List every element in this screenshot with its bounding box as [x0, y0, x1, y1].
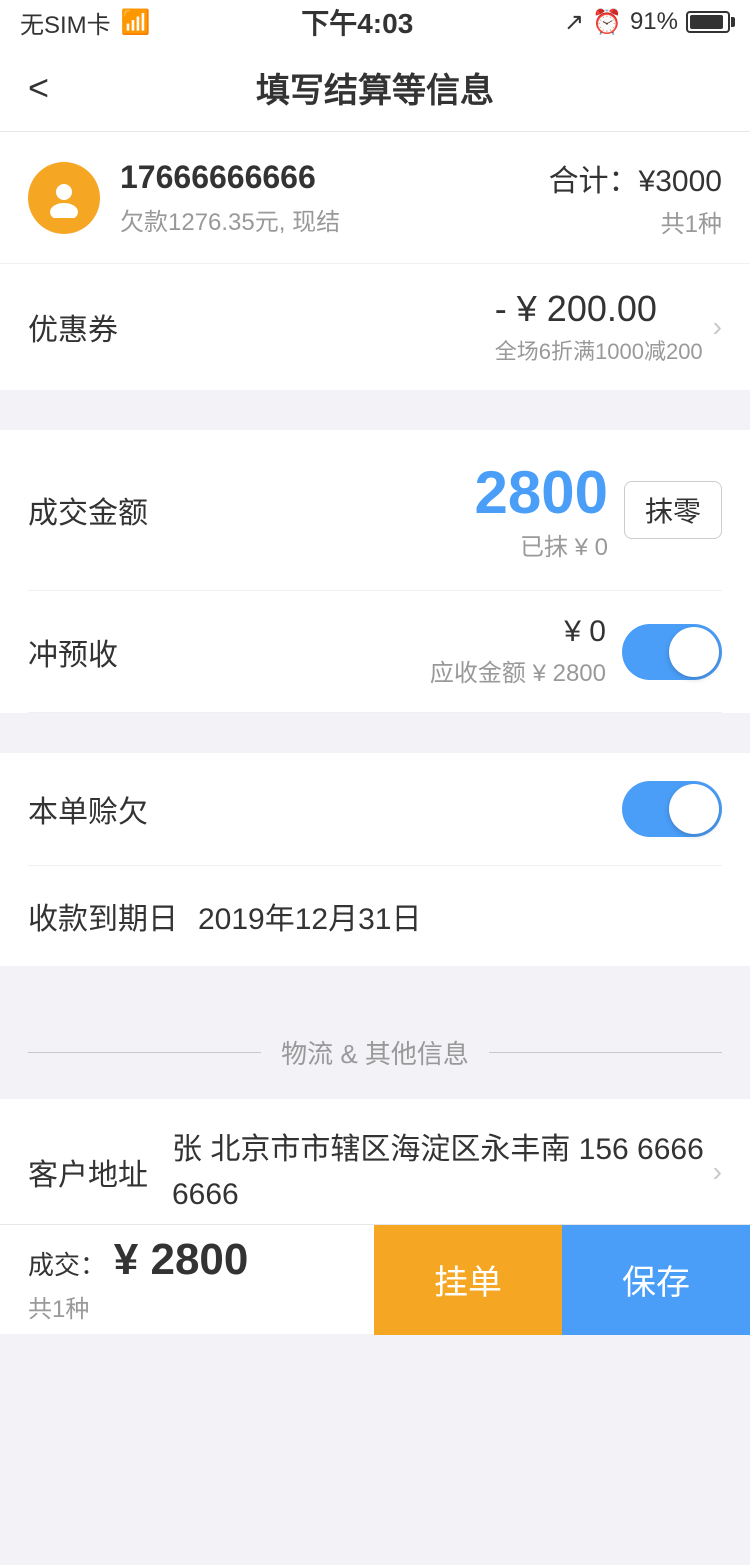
logistics-title: 物流 & 其他信息 — [281, 1034, 469, 1071]
coupon-amount: - ¥ 200.00 — [495, 288, 703, 330]
bottom-summary-line: 成交： ¥ 2800 — [28, 1235, 346, 1285]
chong-toggle-knob — [669, 627, 719, 677]
debt-toggle-knob — [669, 784, 719, 834]
deal-amount-value-area: 2800 已抹 ¥ 0 抹零 — [475, 458, 723, 562]
customer-info: 17666666666 欠款1276.35元, 现结 — [120, 159, 340, 237]
coupon-label: 优惠券 — [28, 305, 118, 349]
bottom-bar: 成交： ¥ 2800 共1种 挂单 保存 — [0, 1224, 750, 1334]
bottom-summary-label: 成交： — [28, 1250, 106, 1280]
section-divider-3 — [0, 986, 750, 1006]
wifi-icon: 📶 — [121, 8, 151, 37]
round-zero-button[interactable]: 抹零 — [624, 481, 722, 539]
status-bar: 无SIM卡 📶 下午4:03 ↗ ⏰ 91% — [0, 0, 750, 44]
debt-toggle[interactable] — [622, 781, 722, 837]
due-date-value: 2019年12月31日 — [198, 894, 421, 938]
total-amount: 合计：¥3000 — [549, 156, 722, 200]
chong-sub: 应收金额 ¥ 2800 — [430, 653, 606, 688]
bottom-summary-amount: ¥ 2800 — [114, 1235, 249, 1284]
chong-amount-col: ¥ 0 应收金额 ¥ 2800 — [430, 615, 606, 688]
customer-debt: 欠款1276.35元, 现结 — [120, 202, 340, 237]
deal-amount-row: 成交金额 2800 已抹 ¥ 0 抹零 — [28, 430, 722, 591]
logistics-line-left — [28, 1052, 261, 1053]
chong-toggle[interactable] — [622, 624, 722, 680]
nav-bar: < 填写结算等信息 — [0, 44, 750, 132]
deal-amount-sub: 已抹 ¥ 0 — [475, 527, 608, 562]
chong-right: ¥ 0 应收金额 ¥ 2800 — [430, 615, 722, 688]
location-icon: ↗ — [564, 8, 584, 37]
battery-fill — [690, 15, 723, 29]
page-title: 填写结算等信息 — [256, 63, 494, 112]
bottom-summary-count: 共1种 — [28, 1289, 346, 1324]
customer-right: 合计：¥3000 共1种 — [549, 156, 722, 239]
logistics-header: 物流 & 其他信息 — [0, 1006, 750, 1099]
chong-amount: ¥ 0 — [430, 615, 606, 649]
total-count: 共1种 — [549, 204, 722, 239]
address-label: 客户地址 — [28, 1150, 148, 1194]
battery-icon — [686, 11, 730, 33]
due-date-label: 收款到期日 — [28, 894, 178, 938]
form-section-deal: 成交金额 2800 已抹 ¥ 0 抹零 冲预收 ¥ 0 应收金额 ¥ 2800 — [0, 430, 750, 713]
address-value: 张 北京市市辖区海淀区永丰南 156 6666 6666 — [172, 1127, 713, 1217]
chong-precollect-row: 冲预收 ¥ 0 应收金额 ¥ 2800 — [28, 591, 722, 713]
content: 17666666666 欠款1276.35元, 现结 合计：¥3000 共1种 … — [0, 132, 750, 1565]
deal-amount-label: 成交金额 — [28, 488, 148, 532]
customer-row: 17666666666 欠款1276.35元, 现结 合计：¥3000 共1种 — [0, 132, 750, 263]
customer-card: 17666666666 欠款1276.35元, 现结 合计：¥3000 共1种 … — [0, 132, 750, 390]
status-right: ↗ ⏰ 91% — [564, 8, 730, 37]
deal-amount-value: 2800 — [475, 458, 608, 527]
customer-phone: 17666666666 — [120, 159, 340, 196]
coupon-right: - ¥ 200.00 全场6折满1000减200 › — [495, 288, 722, 366]
chong-label: 冲预收 — [28, 630, 118, 674]
section-divider-2 — [0, 733, 750, 753]
avatar — [28, 162, 100, 234]
customer-left: 17666666666 欠款1276.35元, 现结 — [28, 159, 340, 237]
deal-amount-col: 2800 已抹 ¥ 0 — [475, 458, 608, 562]
alarm-icon: ⏰ — [592, 8, 622, 37]
logistics-line-right — [489, 1052, 722, 1053]
section-divider-1 — [0, 410, 750, 430]
status-left: 无SIM卡 📶 — [20, 5, 151, 40]
due-date-row: 收款到期日 2019年12月31日 — [28, 866, 722, 966]
debt-row: 本单赊欠 — [28, 753, 722, 866]
form-section-debt: 本单赊欠 收款到期日 2019年12月31日 — [0, 753, 750, 966]
hang-button[interactable]: 挂单 — [374, 1225, 562, 1335]
coupon-desc: 全场6折满1000减200 — [495, 334, 703, 366]
carrier-label: 无SIM卡 — [20, 5, 111, 40]
save-button[interactable]: 保存 — [562, 1225, 750, 1335]
coupon-chevron: › — [713, 311, 722, 343]
battery-percent: 91% — [630, 8, 678, 36]
bottom-summary: 成交： ¥ 2800 共1种 — [0, 1235, 374, 1324]
debt-label: 本单赊欠 — [28, 787, 148, 831]
coupon-info: - ¥ 200.00 全场6折满1000减200 — [495, 288, 703, 366]
address-chevron: › — [713, 1156, 722, 1188]
coupon-row[interactable]: 优惠券 - ¥ 200.00 全场6折满1000减200 › — [0, 263, 750, 390]
back-button[interactable]: < — [28, 67, 49, 109]
status-time: 下午4:03 — [301, 2, 413, 42]
